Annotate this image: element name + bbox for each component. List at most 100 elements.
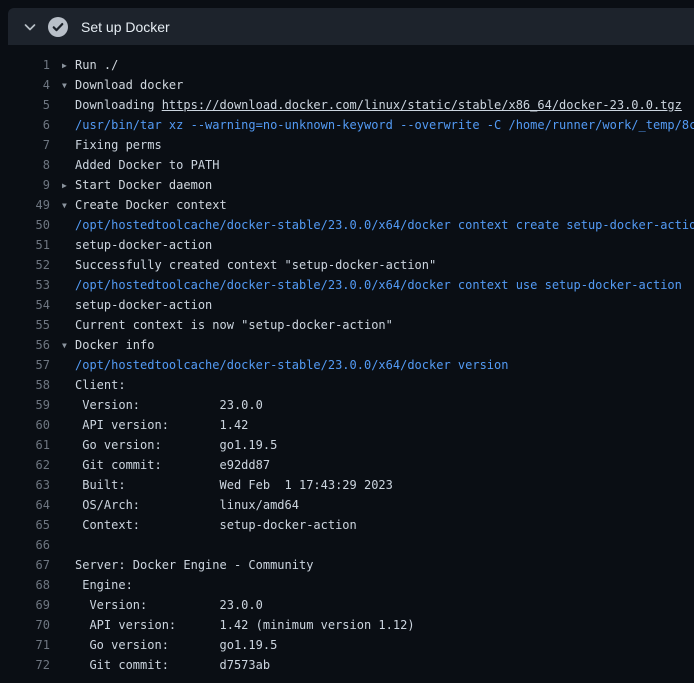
line-number[interactable]: 61	[8, 435, 50, 455]
line-number[interactable]: 8	[8, 155, 50, 175]
line-number[interactable]: 53	[8, 275, 50, 295]
line-number[interactable]: 49	[8, 195, 50, 215]
group-title[interactable]: Run ./	[75, 58, 118, 72]
line-content: setup-docker-action	[62, 295, 212, 315]
line-content: Go version: go1.19.5	[62, 435, 277, 455]
line-number[interactable]: 57	[8, 355, 50, 375]
line-number[interactable]: 67	[8, 555, 50, 575]
log-text: API version: 1.42	[75, 418, 248, 432]
log-line: 65 Context: setup-docker-action	[0, 515, 694, 535]
line-number[interactable]: 54	[8, 295, 50, 315]
collapse-group-icon[interactable]: ▼	[62, 336, 75, 356]
command-text: /opt/hostedtoolcache/docker-stable/23.0.…	[75, 278, 682, 292]
log-text: Engine:	[75, 578, 133, 592]
log-link[interactable]: https://download.docker.com/linux/static…	[162, 98, 682, 112]
line-number[interactable]: 7	[8, 135, 50, 155]
line-content: /opt/hostedtoolcache/docker-stable/23.0.…	[62, 215, 694, 235]
log-viewer: 1 ▶Run ./ 4 ▼Download docker 5 Downloadi…	[0, 53, 694, 683]
log-text: Version: 23.0.0	[75, 398, 263, 412]
group-title[interactable]: Start Docker daemon	[75, 178, 212, 192]
line-content: API version: 1.42 (minimum version 1.12)	[62, 615, 415, 635]
log-text: Git commit: e92dd87	[75, 458, 270, 472]
line-content: Git commit: e92dd87	[62, 455, 270, 475]
line-content: Version: 23.0.0	[62, 395, 263, 415]
log-line: 50 /opt/hostedtoolcache/docker-stable/23…	[0, 215, 694, 235]
expand-group-icon[interactable]: ▶	[62, 56, 75, 76]
log-line: 53 /opt/hostedtoolcache/docker-stable/23…	[0, 275, 694, 295]
log-text: API version: 1.42 (minimum version 1.12)	[75, 618, 415, 632]
line-number[interactable]: 60	[8, 415, 50, 435]
line-number[interactable]: 68	[8, 575, 50, 595]
line-number[interactable]: 66	[8, 535, 50, 555]
chevron-down-icon[interactable]	[20, 17, 40, 37]
log-line: 1 ▶Run ./	[0, 55, 694, 75]
line-number[interactable]: 50	[8, 215, 50, 235]
log-line: 49 ▼Create Docker context	[0, 195, 694, 215]
log-line: 67 Server: Docker Engine - Community	[0, 555, 694, 575]
line-number[interactable]: 65	[8, 515, 50, 535]
log-line: 9 ▶Start Docker daemon	[0, 175, 694, 195]
log-line: 64 OS/Arch: linux/amd64	[0, 495, 694, 515]
line-content: ▼Create Docker context	[62, 195, 227, 215]
group-title[interactable]: Download docker	[75, 78, 183, 92]
line-number[interactable]: 6	[8, 115, 50, 135]
log-line: 70 API version: 1.42 (minimum version 1.…	[0, 615, 694, 635]
line-content: /usr/bin/tar xz --warning=no-unknown-key…	[62, 115, 694, 135]
log-line: 58 Client:	[0, 375, 694, 395]
line-number[interactable]: 63	[8, 475, 50, 495]
log-text: setup-docker-action	[75, 238, 212, 252]
line-number[interactable]: 1	[8, 55, 50, 75]
log-text: Go version: go1.19.5	[75, 638, 277, 652]
log-line: 59 Version: 23.0.0	[0, 395, 694, 415]
line-number[interactable]: 64	[8, 495, 50, 515]
line-number[interactable]: 59	[8, 395, 50, 415]
log-text: Successfully created context "setup-dock…	[75, 258, 436, 272]
line-number[interactable]: 56	[8, 335, 50, 355]
collapse-group-icon[interactable]: ▼	[62, 196, 75, 216]
expand-group-icon[interactable]: ▶	[62, 176, 75, 196]
line-number[interactable]: 9	[8, 175, 50, 195]
line-number[interactable]: 62	[8, 455, 50, 475]
line-number[interactable]: 52	[8, 255, 50, 275]
line-content: setup-docker-action	[62, 235, 212, 255]
log-line: 52 Successfully created context "setup-d…	[0, 255, 694, 275]
line-number[interactable]: 69	[8, 595, 50, 615]
log-text: setup-docker-action	[75, 298, 212, 312]
log-line: 6 /usr/bin/tar xz --warning=no-unknown-k…	[0, 115, 694, 135]
line-number[interactable]: 71	[8, 635, 50, 655]
log-line: 54 setup-docker-action	[0, 295, 694, 315]
log-line: 71 Go version: go1.19.5	[0, 635, 694, 655]
log-text: Downloading	[75, 98, 162, 112]
line-content	[62, 535, 75, 555]
step-header[interactable]: Set up Docker	[8, 8, 694, 45]
line-content: Server: Docker Engine - Community	[62, 555, 313, 575]
line-number[interactable]: 58	[8, 375, 50, 395]
line-content: Client:	[62, 375, 126, 395]
group-title[interactable]: Docker info	[75, 338, 154, 352]
log-text: Fixing perms	[75, 138, 162, 152]
line-number[interactable]: 70	[8, 615, 50, 635]
line-number[interactable]: 51	[8, 235, 50, 255]
log-line: 60 API version: 1.42	[0, 415, 694, 435]
command-text: /usr/bin/tar xz --warning=no-unknown-key…	[75, 118, 694, 132]
line-number[interactable]: 72	[8, 655, 50, 675]
line-number[interactable]: 4	[8, 75, 50, 95]
line-content: ▶Start Docker daemon	[62, 175, 212, 195]
log-line: 55 Current context is now "setup-docker-…	[0, 315, 694, 335]
collapse-group-icon[interactable]: ▼	[62, 76, 75, 96]
log-line: 4 ▼Download docker	[0, 75, 694, 95]
line-number[interactable]: 5	[8, 95, 50, 115]
line-content: Successfully created context "setup-dock…	[62, 255, 436, 275]
log-text: Go version: go1.19.5	[75, 438, 277, 452]
line-content: ▼Download docker	[62, 75, 183, 95]
line-content: Added Docker to PATH	[62, 155, 220, 175]
line-number[interactable]: 55	[8, 315, 50, 335]
group-title[interactable]: Create Docker context	[75, 198, 227, 212]
line-content: Engine:	[62, 575, 133, 595]
log-line: 68 Engine:	[0, 575, 694, 595]
command-text: /opt/hostedtoolcache/docker-stable/23.0.…	[75, 358, 508, 372]
line-content: /opt/hostedtoolcache/docker-stable/23.0.…	[62, 355, 508, 375]
log-line: 57 /opt/hostedtoolcache/docker-stable/23…	[0, 355, 694, 375]
log-text: Server: Docker Engine - Community	[75, 558, 313, 572]
log-line: 51 setup-docker-action	[0, 235, 694, 255]
